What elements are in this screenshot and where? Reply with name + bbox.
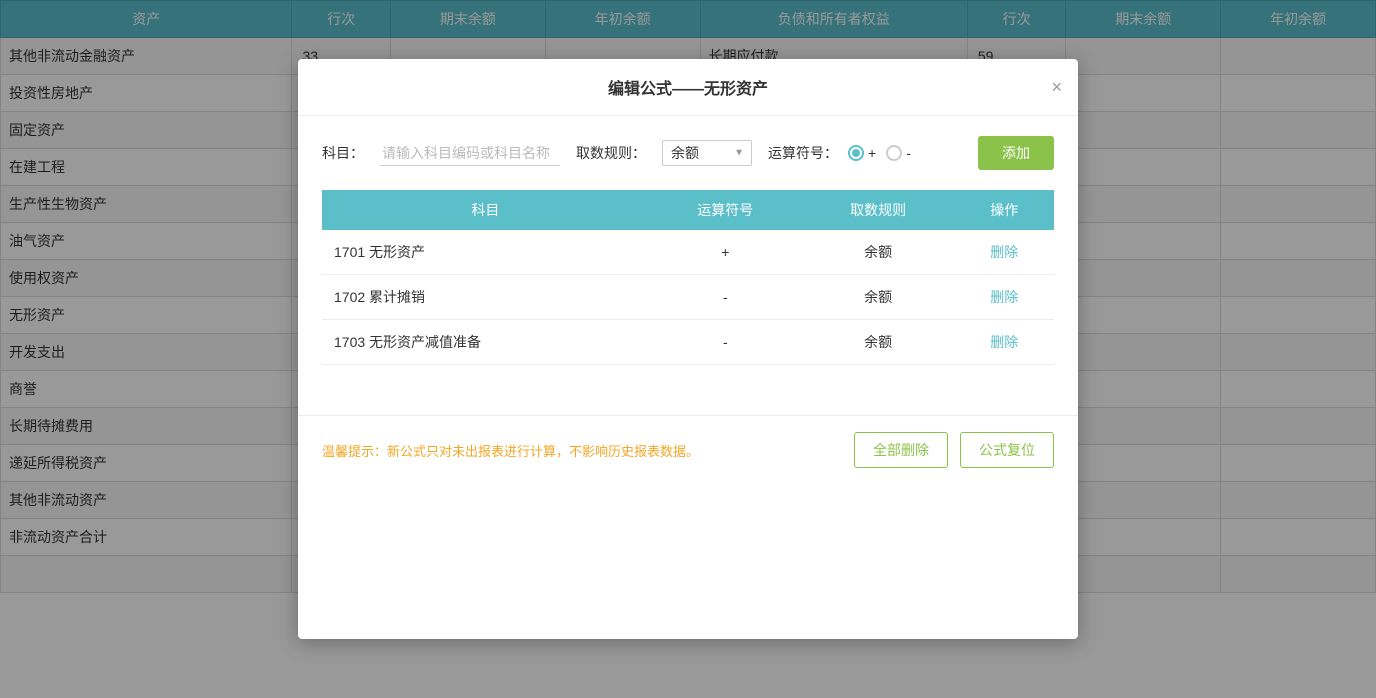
- cell-rule: 余额: [802, 320, 955, 365]
- cell-subject: 1703 无形资产减值准备: [322, 320, 649, 365]
- cell-operator: -: [649, 275, 802, 320]
- formula-table-body: 1701 无形资产+余额删除1702 累计摊销-余额删除1703 无形资产减值准…: [322, 230, 1054, 365]
- rule-select-wrapper: 余额 借方发生额 贷方发生额 ▼: [662, 140, 752, 166]
- operator-group: 运算符号： + -: [768, 143, 911, 163]
- cell-rule: 余额: [802, 230, 955, 275]
- delete-row-button[interactable]: 删除: [990, 289, 1018, 305]
- formula-table-head: 科目 运算符号 取数规则 操作: [322, 190, 1054, 230]
- formula-table-row: 1703 无形资产减值准备-余额 删除: [322, 320, 1054, 365]
- rule-label: 取数规则：: [576, 143, 646, 163]
- operator-plus-radio[interactable]: +: [848, 145, 876, 161]
- operator-minus-label: -: [906, 145, 911, 161]
- operator-minus-radio[interactable]: -: [886, 145, 911, 161]
- formula-table: 科目 运算符号 取数规则 操作 1701 无形资产+余额删除1702 累计摊销-…: [322, 190, 1054, 365]
- cell-subject: 1702 累计摊销: [322, 275, 649, 320]
- modal-header: 编辑公式——无形资产 ×: [298, 59, 1078, 116]
- th-subject: 科目: [322, 190, 649, 230]
- formula-table-header-row: 科目 运算符号 取数规则 操作: [322, 190, 1054, 230]
- hint-text: 温馨提示：新公式只对未出报表进行计算，不影响历史报表数据。: [322, 441, 699, 460]
- operator-label: 运算符号：: [768, 143, 838, 163]
- th-rule: 取数规则: [802, 190, 955, 230]
- th-operator: 运算符号: [649, 190, 802, 230]
- formula-table-row: 1702 累计摊销-余额 删除: [322, 275, 1054, 320]
- formula-table-row: 1701 无形资产+余额 删除: [322, 230, 1054, 275]
- modal-close-button[interactable]: ×: [1051, 78, 1062, 96]
- radio-minus-indicator: [886, 145, 902, 161]
- reset-formula-button[interactable]: 公式复位: [960, 432, 1054, 468]
- cell-subject: 1701 无形资产: [322, 230, 649, 275]
- edit-formula-modal: 编辑公式——无形资产 × 科目： 取数规则： 余额 借方发生额 贷方发生额 ▼: [298, 59, 1078, 639]
- modal-title: 编辑公式——无形资产: [608, 81, 768, 98]
- subject-input[interactable]: [380, 141, 560, 166]
- delete-row-button[interactable]: 删除: [990, 334, 1018, 350]
- cell-action: 删除: [955, 275, 1054, 320]
- delete-row-button[interactable]: 删除: [990, 244, 1018, 260]
- modal-overlay: 编辑公式——无形资产 × 科目： 取数规则： 余额 借方发生额 贷方发生额 ▼: [0, 0, 1376, 698]
- delete-all-button[interactable]: 全部删除: [854, 432, 948, 468]
- cell-action: 删除: [955, 230, 1054, 275]
- modal-footer: 温馨提示：新公式只对未出报表进行计算，不影响历史报表数据。 全部删除 公式复位: [298, 415, 1078, 488]
- cell-operator: -: [649, 320, 802, 365]
- formula-form-row: 科目： 取数规则： 余额 借方发生额 贷方发生额 ▼ 运算符号： +: [322, 136, 1054, 170]
- add-button[interactable]: 添加: [978, 136, 1054, 170]
- rule-select[interactable]: 余额 借方发生额 贷方发生额: [662, 140, 752, 166]
- operator-plus-label: +: [868, 145, 876, 161]
- th-action: 操作: [955, 190, 1054, 230]
- footer-buttons: 全部删除 公式复位: [854, 432, 1054, 468]
- cell-rule: 余额: [802, 275, 955, 320]
- subject-label: 科目：: [322, 143, 364, 163]
- cell-action: 删除: [955, 320, 1054, 365]
- cell-operator: +: [649, 230, 802, 275]
- modal-body: 科目： 取数规则： 余额 借方发生额 贷方发生额 ▼ 运算符号： +: [298, 116, 1078, 405]
- radio-plus-indicator: [848, 145, 864, 161]
